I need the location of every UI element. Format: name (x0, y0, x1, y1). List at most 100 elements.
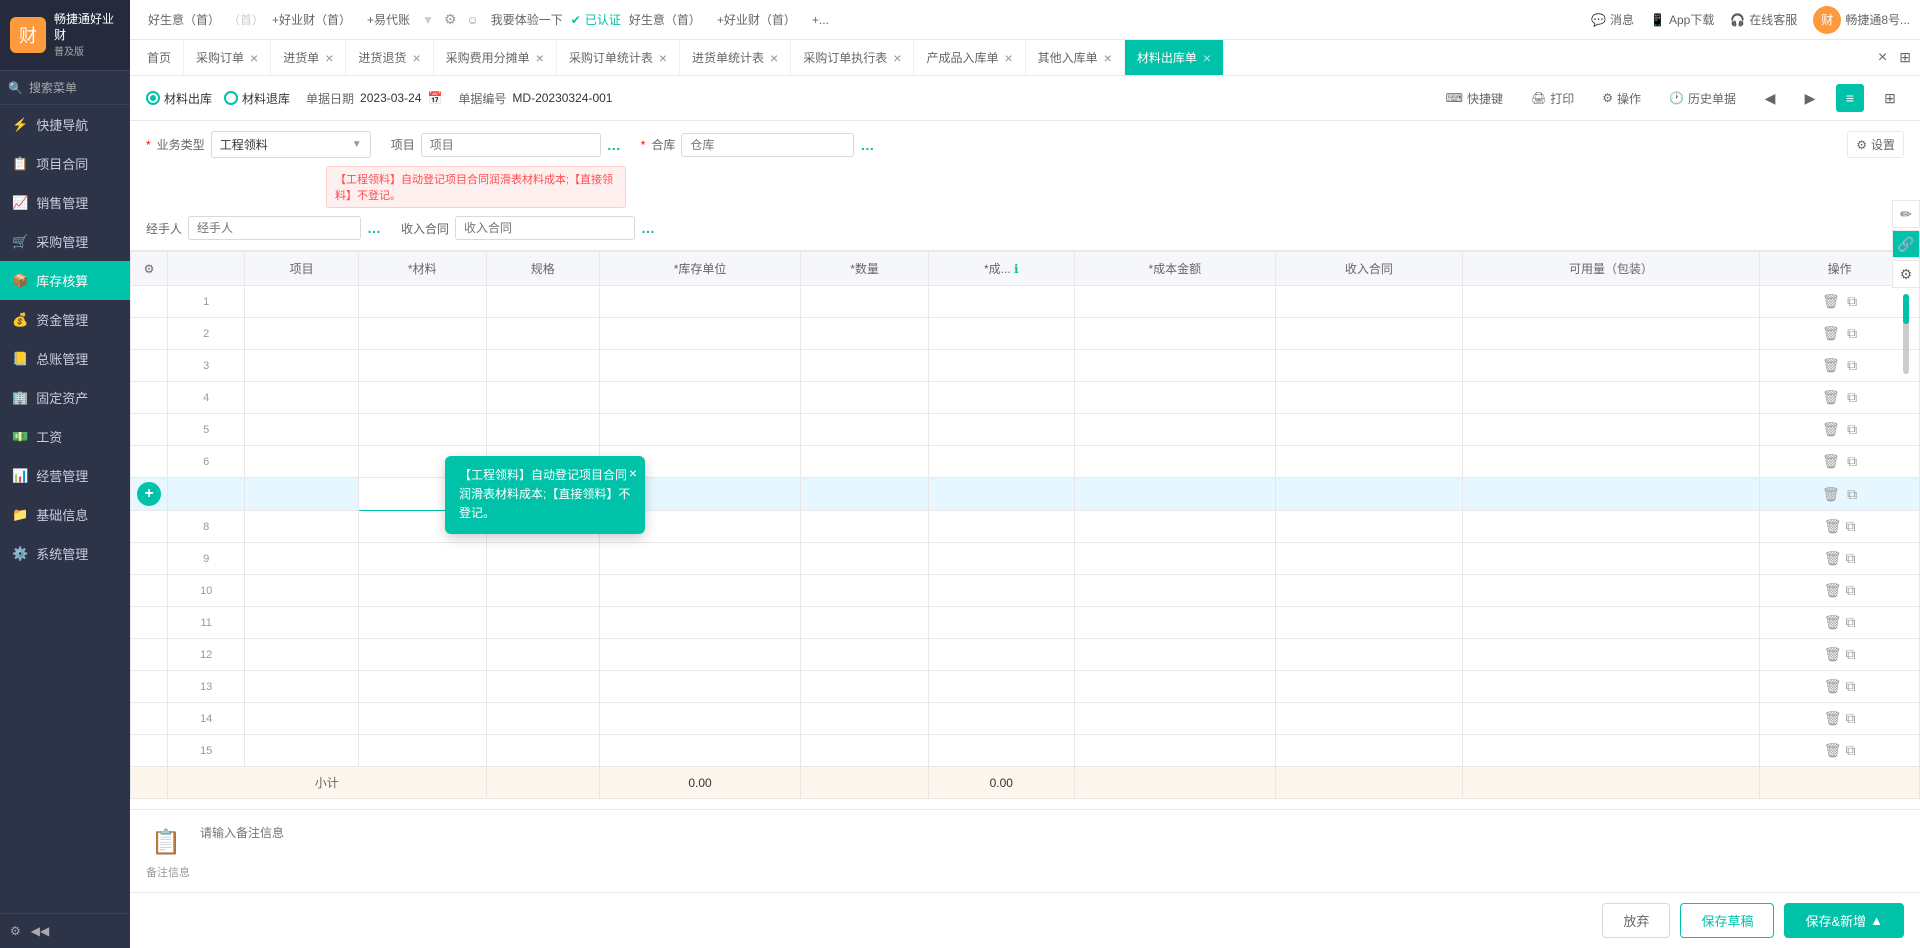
tooltip-close-button[interactable]: × (629, 462, 637, 484)
row-2-cost-amount[interactable] (1074, 318, 1275, 350)
sidebar-item-quick[interactable]: ⚡ 快捷导航 (0, 105, 130, 144)
tab-product-inbound-close[interactable]: × (1004, 51, 1012, 65)
tab-inbound-stat[interactable]: 进货单统计表 × (680, 40, 791, 76)
tab-bar-layout-button[interactable]: ⊞ (1895, 49, 1915, 66)
tab-inbound-stat-close[interactable]: × (770, 51, 778, 65)
next-record-button[interactable]: ▶ (1796, 84, 1824, 112)
tab-inbound-return[interactable]: 进货退货 × (346, 40, 433, 76)
row-13-delete-button[interactable]: 🗑 (1822, 676, 1844, 696)
row-3-qty[interactable] (801, 350, 929, 382)
sidebar-item-purchase[interactable]: 🛒 采购管理 (0, 222, 130, 261)
row-6-copy-button[interactable]: ⧉ (1845, 451, 1859, 471)
row-12-copy-button[interactable]: ⧉ (1843, 644, 1857, 664)
row-6-available[interactable] (1462, 446, 1759, 478)
row-15-copy-button[interactable]: ⧉ (1843, 740, 1857, 760)
row-14-delete-button[interactable]: 🗑 (1822, 708, 1844, 728)
row-2-copy-button[interactable]: ⧉ (1845, 323, 1859, 343)
tab-bar-close-button[interactable]: × (1870, 49, 1895, 67)
income-contract-ellipsis-button[interactable]: … (641, 220, 655, 236)
row-5-cost[interactable] (928, 414, 1074, 446)
sidebar-item-fixed[interactable]: 🏢 固定资产 (0, 378, 130, 417)
tab-inbound-close[interactable]: × (325, 51, 333, 65)
settings-gear-icon[interactable]: ⚙ (444, 11, 457, 28)
row-4-income-contract[interactable] (1275, 382, 1462, 414)
row-12-delete-button[interactable]: 🗑 (1822, 644, 1844, 664)
sidebar-item-system[interactable]: ⚙️ 系统管理 (0, 534, 130, 573)
row-8-copy-button[interactable]: ⧉ (1843, 516, 1857, 536)
topbar-link-7[interactable]: +... (804, 13, 837, 27)
row-7-available[interactable] (1462, 478, 1759, 511)
tab-other-inbound-close[interactable]: × (1104, 51, 1112, 65)
topbar-link-experience[interactable]: 我要体验一下 (483, 11, 571, 28)
row-11-copy-button[interactable]: ⧉ (1843, 612, 1857, 632)
topbar-link-2[interactable]: +好业财（首） (264, 11, 359, 28)
row-1-delete-button[interactable]: 🗑 (1820, 291, 1842, 311)
row-3-delete-button[interactable]: 🗑 (1820, 355, 1842, 375)
handler-input[interactable] (188, 216, 361, 240)
row-1-spec[interactable] (486, 286, 599, 318)
prev-record-button[interactable]: ◀ (1756, 84, 1784, 112)
row-4-unit[interactable] (599, 382, 800, 414)
row-2-cost[interactable] (928, 318, 1074, 350)
sidebar-item-salary[interactable]: 💵 工资 (0, 417, 130, 456)
row-15-delete-button[interactable]: 🗑 (1822, 740, 1844, 760)
row-5-spec[interactable] (486, 414, 599, 446)
sidebar-item-capital[interactable]: 💰 资金管理 (0, 300, 130, 339)
row-11-delete-button[interactable]: 🗑 (1822, 612, 1844, 632)
topbar-message[interactable]: 💬 消息 (1591, 11, 1634, 28)
tab-other-inbound[interactable]: 其他入库单 × (1026, 40, 1125, 76)
income-contract-input[interactable] (455, 216, 635, 240)
row-2-material[interactable] (358, 318, 486, 350)
topbar-app-download[interactable]: 📱 App下载 (1650, 11, 1714, 28)
row-2-income-contract[interactable] (1275, 318, 1462, 350)
list-view-button[interactable]: ≡ (1836, 84, 1864, 112)
tab-purchase-exec-close[interactable]: × (893, 51, 901, 65)
row-3-available[interactable] (1462, 350, 1759, 382)
project-ellipsis-button[interactable]: … (607, 137, 621, 153)
topbar-user[interactable]: 财 畅捷通8号... (1813, 6, 1910, 34)
row-5-cost-amount[interactable] (1074, 414, 1275, 446)
topbar-link-5[interactable]: 好生意（首） (621, 11, 709, 28)
row-3-cost[interactable] (928, 350, 1074, 382)
sidebar-item-basic[interactable]: 📁 基础信息 (0, 495, 130, 534)
row-3-material[interactable] (358, 350, 486, 382)
quick-key-button[interactable]: ⌨ 快捷键 (1438, 86, 1511, 111)
row-5-copy-button[interactable]: ⧉ (1845, 419, 1859, 439)
row-10-copy-button[interactable]: ⧉ (1843, 580, 1857, 600)
row-5-income-contract[interactable] (1275, 414, 1462, 446)
save-draft-button[interactable]: 保存草稿 (1680, 903, 1774, 938)
card-view-button[interactable]: ⊞ (1876, 84, 1904, 112)
row-10-delete-button[interactable]: 🗑 (1822, 580, 1844, 600)
settings-button[interactable]: ⚙ 设置 (1847, 131, 1904, 158)
row-5-project[interactable] (245, 414, 358, 446)
row-6-cost[interactable] (928, 446, 1074, 478)
row-2-project[interactable] (245, 318, 358, 350)
print-button[interactable]: 🖨 打印 (1523, 86, 1582, 111)
row-1-income-contract[interactable] (1275, 286, 1462, 318)
calendar-icon[interactable]: 📅 (427, 91, 442, 105)
sidebar-item-project[interactable]: 📋 项目合同 (0, 144, 130, 183)
row-6-project[interactable] (245, 446, 358, 478)
row-4-cost[interactable] (928, 382, 1074, 414)
row-9-copy-button[interactable]: ⧉ (1843, 548, 1857, 568)
discard-button[interactable]: 放弃 (1602, 903, 1670, 938)
sidebar-item-search[interactable]: 🔍 搜索菜单 (0, 71, 130, 105)
topbar-link-6[interactable]: +好业财（首） (709, 11, 804, 28)
sidebar-collapse-button[interactable]: ◀◀ (31, 924, 49, 938)
row-6-delete-button[interactable]: 🗑 (1820, 451, 1842, 471)
row-4-qty[interactable] (801, 382, 929, 414)
add-row-button[interactable]: + (137, 482, 161, 506)
topbar-link-1[interactable]: 好生意（首） (140, 11, 228, 28)
row-7-cost-amount[interactable] (1074, 478, 1275, 511)
row-4-copy-button[interactable]: ⧉ (1845, 387, 1859, 407)
row-4-material[interactable] (358, 382, 486, 414)
radio-material-outbound[interactable]: 材料出库 (146, 90, 212, 107)
sidebar-gear-button[interactable]: ⚙ (10, 924, 21, 938)
row-7-qty[interactable] (801, 478, 929, 511)
row-1-qty[interactable] (801, 286, 929, 318)
tab-purchase-order-close[interactable]: × (250, 51, 258, 65)
row-3-cost-amount[interactable] (1074, 350, 1275, 382)
business-type-select[interactable]: 工程领料 ▼ (211, 131, 371, 158)
row-1-cost-amount[interactable] (1074, 286, 1275, 318)
topbar-online-service[interactable]: 🎧 在线客服 (1730, 11, 1797, 28)
